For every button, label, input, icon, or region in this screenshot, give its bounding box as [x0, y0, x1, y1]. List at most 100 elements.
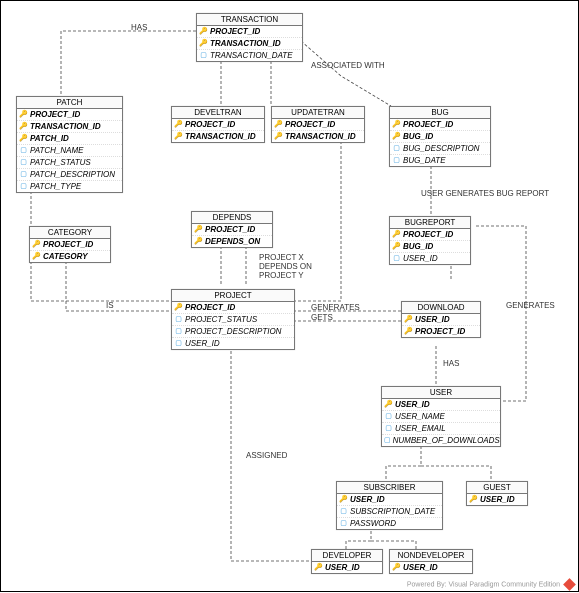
watermark-text: Powered By: Visual Paradigm Community Ed… [407, 581, 560, 588]
entity-title: NONDEVELOPER [390, 550, 472, 562]
key-icon: 🔑 [392, 132, 401, 141]
attribute-name: DEPENDS_ON [205, 236, 260, 247]
attribute-row: ▢SUBSCRIPTION_DATE [337, 506, 442, 518]
key-icon: 🔑 [339, 495, 348, 504]
attribute-row: ▢PATCH_NAME [17, 145, 122, 157]
entity-subscriber[interactable]: SUBSCRIBER🔑USER_ID▢SUBSCRIPTION_DATE▢PAS… [336, 481, 443, 530]
key-icon: 🔑 [274, 132, 283, 141]
attribute-name: BUG_ID [403, 131, 433, 142]
entity-download[interactable]: DOWNLOAD🔑USER_ID🔑PROJECT_ID [401, 301, 481, 338]
attribute-row: 🔑USER_ID [382, 399, 500, 411]
attribute-row: 🔑PROJECT_ID [172, 302, 294, 314]
entity-title: SUBSCRIBER [337, 482, 442, 494]
attribute-row: ▢USER_ID [172, 338, 294, 349]
entity-project[interactable]: PROJECT🔑PROJECT_ID▢PROJECT_STATUS▢PROJEC… [171, 289, 295, 350]
column-icon: ▢ [19, 158, 28, 167]
attribute-row: 🔑PATCH_ID [17, 133, 122, 145]
attribute-name: PROJECT_ID [205, 224, 255, 235]
attribute-name: PROJECT_ID [210, 26, 260, 37]
label-assigned: ASSIGNED [246, 451, 287, 460]
label-projx: PROJECT X DEPENDS ON PROJECT Y [259, 253, 312, 280]
key-icon: 🔑 [392, 120, 401, 129]
label-gets: GETS [311, 313, 333, 322]
entity-title: USER [382, 387, 500, 399]
entity-nondeveloper[interactable]: NONDEVELOPER🔑USER_ID [389, 549, 473, 574]
attribute-row: 🔑PROJECT_ID [192, 224, 272, 236]
key-icon: 🔑 [174, 132, 183, 141]
label-has2: HAS [443, 359, 459, 368]
attribute-name: USER_ID [185, 338, 220, 349]
attribute-row: ▢PATCH_STATUS [17, 157, 122, 169]
entity-bugreport[interactable]: BUGREPORT🔑PROJECT_ID🔑BUG_ID▢USER_ID [389, 216, 471, 265]
attribute-name: USER_ID [403, 562, 438, 573]
attribute-name: USER_ID [403, 253, 438, 264]
entity-user[interactable]: USER🔑USER_ID▢USER_NAME▢USER_EMAIL▢NUMBER… [381, 386, 501, 447]
attribute-name: CATEGORY [43, 251, 88, 262]
column-icon: ▢ [384, 424, 393, 433]
entity-guest[interactable]: GUEST🔑USER_ID [466, 481, 528, 506]
entity-developer[interactable]: DEVELOPER🔑USER_ID [311, 549, 383, 574]
attribute-name: USER_EMAIL [395, 423, 446, 434]
key-icon: 🔑 [392, 563, 401, 572]
entity-title: BUG [390, 107, 490, 119]
attribute-row: 🔑TRANSACTION_ID [17, 121, 122, 133]
entity-develtran[interactable]: DEVELTRAN🔑PROJECT_ID🔑TRANSACTION_ID [171, 106, 265, 143]
attribute-name: PROJECT_DESCRIPTION [185, 326, 281, 337]
key-icon: 🔑 [392, 230, 401, 239]
attribute-name: PROJECT_ID [285, 119, 335, 130]
attribute-name: USER_ID [350, 494, 385, 505]
key-icon: 🔑 [194, 225, 203, 234]
entity-transaction[interactable]: TRANSACTION🔑PROJECT_ID🔑TRANSACTION_ID▢TR… [196, 13, 303, 62]
key-icon: 🔑 [199, 39, 208, 48]
column-icon: ▢ [339, 507, 348, 516]
entity-title: UPDATETRAN [272, 107, 364, 119]
attribute-row: ▢PROJECT_DESCRIPTION [172, 326, 294, 338]
attribute-row: ▢PATCH_DESCRIPTION [17, 169, 122, 181]
column-icon: ▢ [19, 146, 28, 155]
entity-patch[interactable]: PATCH🔑PROJECT_ID🔑TRANSACTION_ID🔑PATCH_ID… [16, 96, 123, 193]
attribute-name: BUG_DATE [403, 155, 446, 166]
label-generates2: GENERATES [506, 301, 555, 310]
key-icon: 🔑 [404, 327, 413, 336]
column-icon: ▢ [174, 339, 183, 348]
key-icon: 🔑 [384, 400, 393, 409]
label-generates: GENERATES [311, 303, 360, 312]
column-icon: ▢ [339, 519, 348, 528]
attribute-name: USER_ID [395, 399, 430, 410]
attribute-name: USER_ID [415, 314, 450, 325]
attribute-name: PROJECT_ID [185, 302, 235, 313]
entity-title: BUGREPORT [390, 217, 470, 229]
label-has: HAS [131, 23, 147, 32]
column-icon: ▢ [199, 51, 208, 60]
key-icon: 🔑 [194, 237, 203, 246]
attribute-name: PATCH_NAME [30, 145, 84, 156]
key-icon: 🔑 [404, 315, 413, 324]
key-icon: 🔑 [314, 563, 323, 572]
attribute-row: 🔑TRANSACTION_ID [197, 38, 302, 50]
attribute-row: 🔑PROJECT_ID [30, 239, 110, 251]
key-icon: 🔑 [19, 122, 28, 131]
entity-bug[interactable]: BUG🔑PROJECT_ID🔑BUG_ID▢BUG_DESCRIPTION▢BU… [389, 106, 491, 167]
attribute-row: 🔑PROJECT_ID [390, 119, 490, 131]
attribute-name: TRANSACTION_ID [185, 131, 256, 142]
attribute-name: BUG_DESCRIPTION [403, 143, 479, 154]
entity-category[interactable]: CATEGORY🔑PROJECT_ID🔑CATEGORY [29, 226, 111, 263]
key-icon: 🔑 [199, 27, 208, 36]
attribute-row: ▢USER_EMAIL [382, 423, 500, 435]
key-icon: 🔑 [19, 134, 28, 143]
column-icon: ▢ [384, 412, 393, 421]
attribute-row: 🔑PROJECT_ID [17, 109, 122, 121]
attribute-row: ▢USER_ID [390, 253, 470, 264]
attribute-row: 🔑PROJECT_ID [390, 229, 470, 241]
attribute-name: SUBSCRIPTION_DATE [350, 506, 435, 517]
column-icon: ▢ [19, 170, 28, 179]
attribute-name: PATCH_ID [30, 133, 69, 144]
entity-depends[interactable]: DEPENDS🔑PROJECT_ID🔑DEPENDS_ON [191, 211, 273, 248]
attribute-name: NUMBER_OF_DOWNLOADS [393, 435, 500, 446]
attribute-row: 🔑USER_ID [467, 494, 527, 505]
attribute-name: PROJECT_ID [30, 109, 80, 120]
entity-updatetran[interactable]: UPDATETRAN🔑PROJECT_ID🔑TRANSACTION_ID [271, 106, 365, 143]
attribute-row: 🔑BUG_ID [390, 131, 490, 143]
attribute-name: BUG_ID [403, 241, 433, 252]
entity-title: PATCH [17, 97, 122, 109]
